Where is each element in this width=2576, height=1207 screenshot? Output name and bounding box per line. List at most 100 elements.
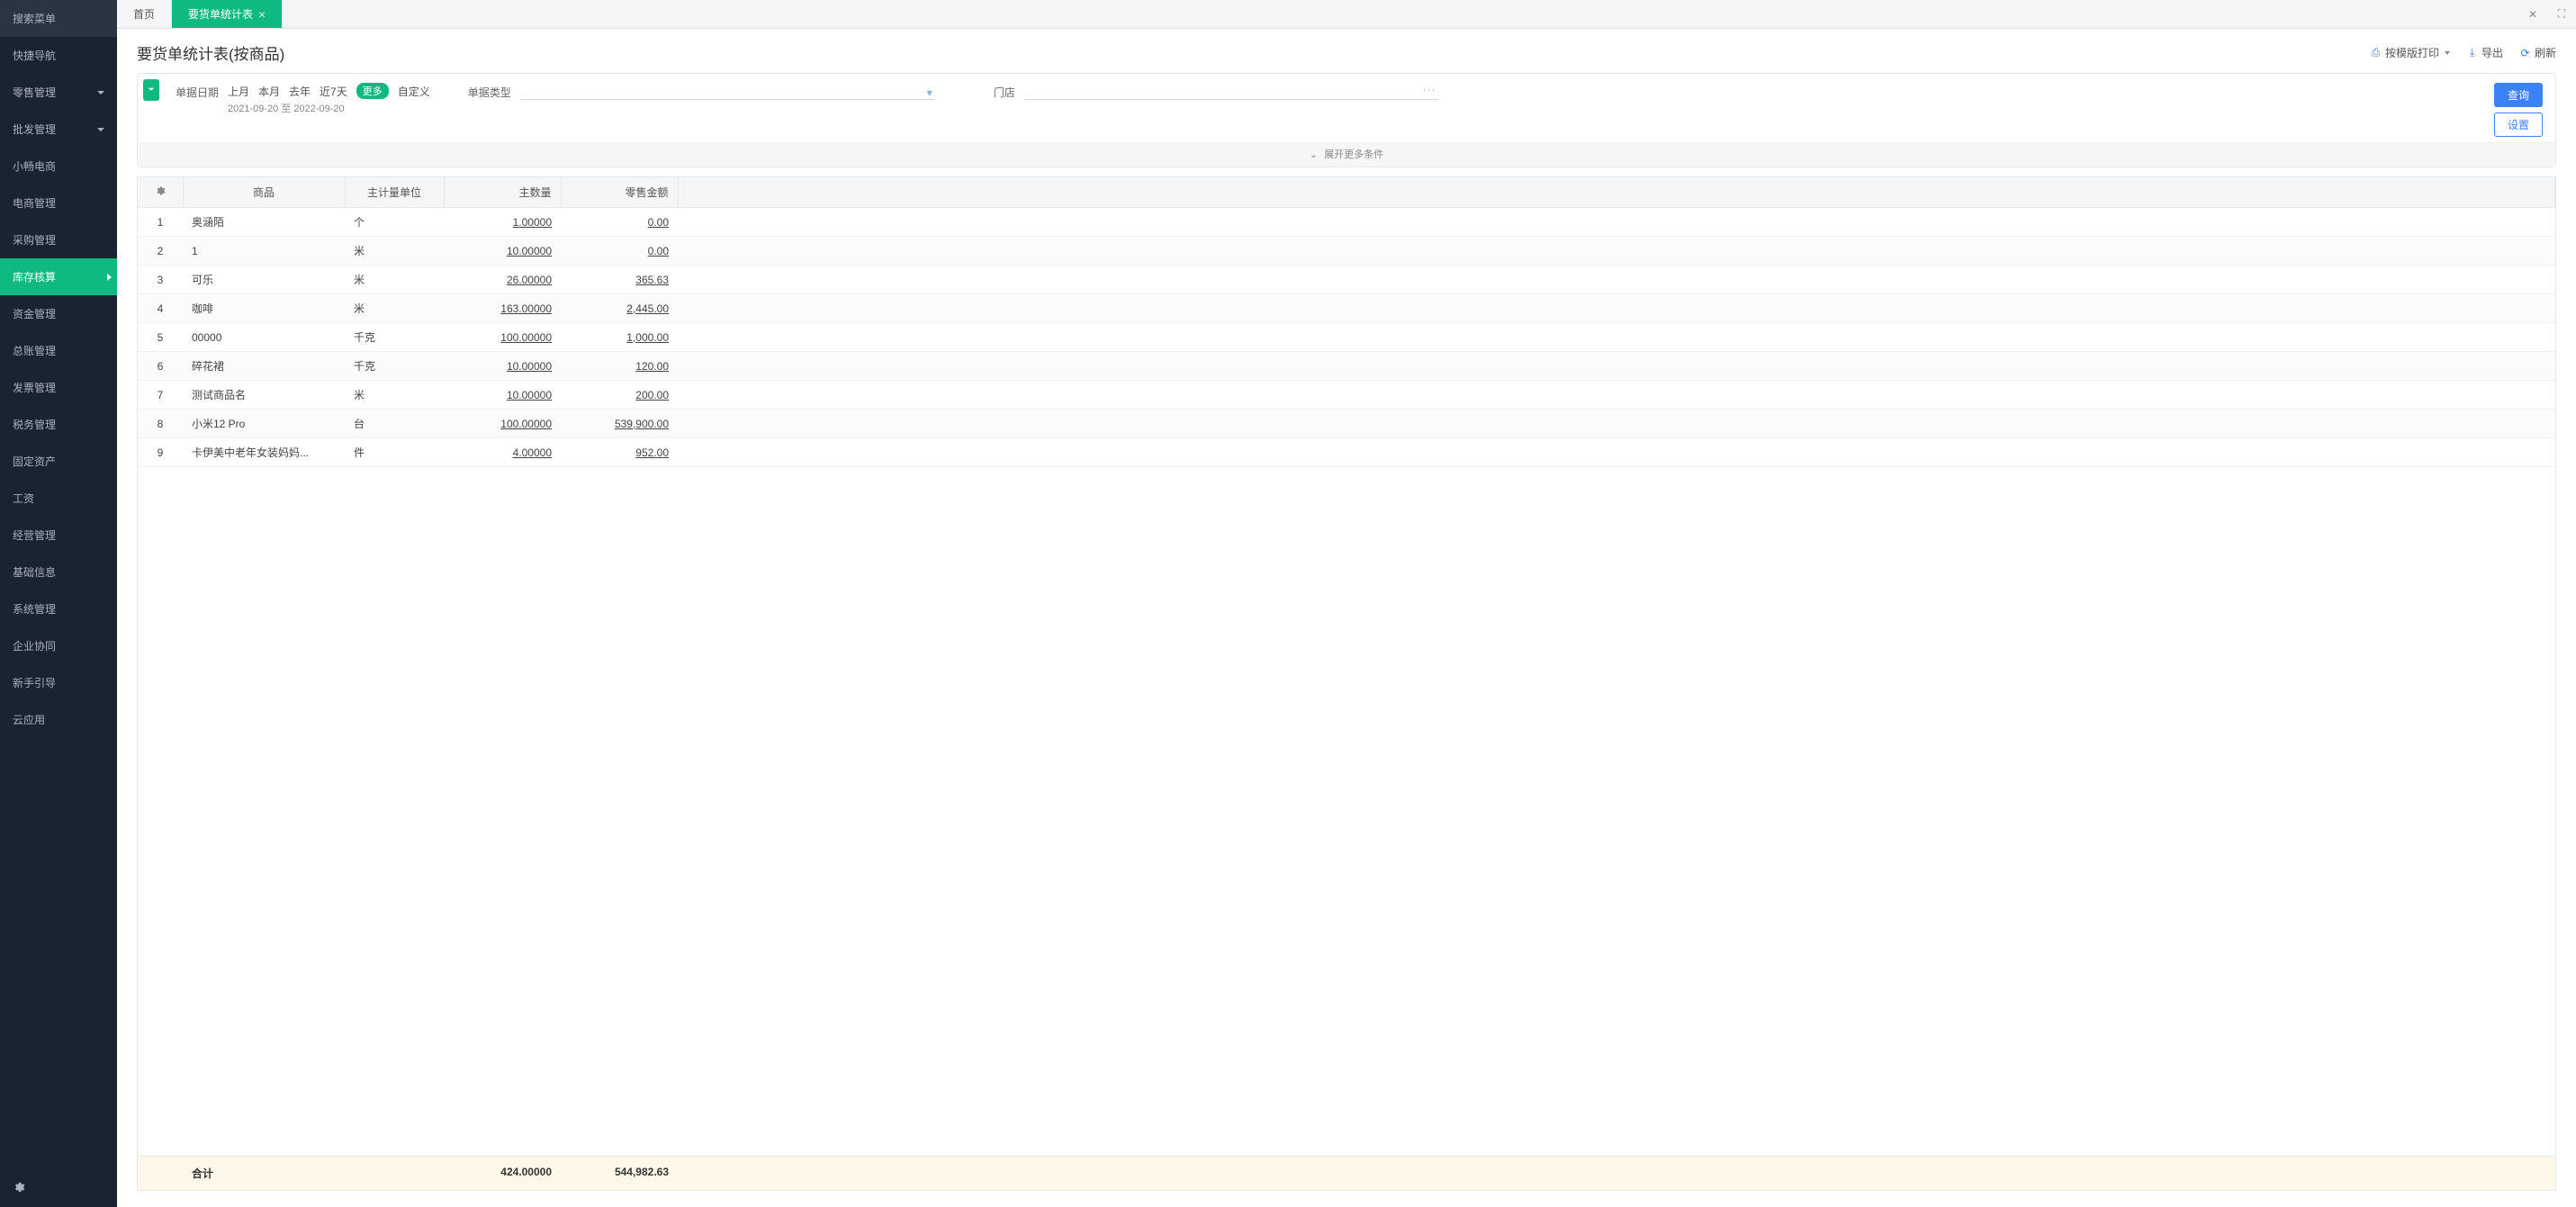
col-amount[interactable]: 零售金额 (561, 177, 678, 208)
cell-amount[interactable]: 0.00 (561, 208, 678, 237)
date-opt-last-month[interactable]: 上月 (228, 84, 249, 99)
col-unit[interactable]: 主计量单位 (345, 177, 444, 208)
print-button[interactable]: ⎙ 按模版打印 (2370, 45, 2450, 60)
page-title: 要货单统计表(按商品) (137, 41, 284, 64)
date-opt-7days[interactable]: 近7天 (320, 84, 347, 99)
date-opt-last-year[interactable]: 去年 (289, 84, 311, 99)
total-amount: 544,982.63 (561, 1157, 678, 1190)
ellipsis-icon: ··· (1423, 83, 1437, 95)
sidebar-item-2[interactable]: 零售管理 (0, 74, 117, 111)
cell-product: 1 (183, 237, 345, 266)
cell-qty[interactable]: 100.00000 (444, 323, 561, 352)
tab-0[interactable]: 首页 (117, 0, 172, 28)
sidebar-settings[interactable] (0, 1170, 117, 1207)
store-select[interactable] (1024, 83, 1438, 100)
cell-qty[interactable]: 1.00000 (444, 208, 561, 237)
settings-button[interactable]: 设置 (2494, 113, 2543, 137)
table-total-row: 合计 424.00000 544,982.63 (137, 1156, 2556, 1191)
sidebar-item-label: 系统管理 (13, 601, 56, 617)
cell-qty[interactable]: 4.00000 (444, 438, 561, 467)
table-row[interactable]: 7测试商品名米10.00000200.00 (138, 381, 2555, 410)
close-icon[interactable]: × (258, 8, 266, 21)
sidebar-item-9[interactable]: 总账管理 (0, 332, 117, 369)
cell-qty[interactable]: 163.00000 (444, 294, 561, 323)
cell-amount[interactable]: 120.00 (561, 352, 678, 381)
sidebar-item-11[interactable]: 税务管理 (0, 406, 117, 443)
table-row[interactable]: 8小米12 Pro台100.00000539,900.00 (138, 410, 2555, 438)
sidebar-item-16[interactable]: 系统管理 (0, 590, 117, 627)
filter-collapse-handle[interactable] (143, 79, 159, 101)
chevron-down-icon (97, 91, 104, 95)
cell-qty[interactable]: 10.00000 (444, 381, 561, 410)
sidebar: 搜索菜单快捷导航零售管理批发管理小畅电商电商管理采购管理库存核算资金管理总账管理… (0, 0, 117, 1207)
sidebar-item-10[interactable]: 发票管理 (0, 369, 117, 406)
refresh-button[interactable]: ⟳ 刷新 (2519, 45, 2556, 60)
chevron-down-icon: ⌄ (1310, 149, 1318, 160)
cell-spacer (678, 237, 2555, 266)
sidebar-item-0[interactable]: 搜索菜单 (0, 0, 117, 37)
table-row[interactable]: 500000千克100.000001,000.00 (138, 323, 2555, 352)
total-qty: 424.00000 (444, 1157, 561, 1190)
row-index: 9 (138, 438, 183, 467)
sidebar-item-19[interactable]: 云应用 (0, 701, 117, 738)
sidebar-item-label: 零售管理 (13, 85, 56, 100)
sidebar-item-label: 新手引导 (13, 675, 56, 690)
sidebar-item-14[interactable]: 经营管理 (0, 517, 117, 554)
doc-type-select[interactable] (520, 83, 934, 100)
cell-unit: 米 (345, 294, 444, 323)
table-row[interactable]: 6碎花裙千克10.00000120.00 (138, 352, 2555, 381)
sidebar-item-3[interactable]: 批发管理 (0, 111, 117, 148)
tab-1[interactable]: 要货单统计表× (172, 0, 283, 28)
data-table: 商品 主计量单位 主数量 零售金额 1奥涵陌个1.000000.0021米10.… (137, 176, 2556, 1156)
sidebar-item-6[interactable]: 采购管理 (0, 221, 117, 258)
date-custom[interactable]: 自定义 (398, 84, 430, 99)
sidebar-item-label: 基础信息 (13, 564, 56, 580)
sidebar-item-7[interactable]: 库存核算 (0, 258, 117, 295)
sidebar-item-12[interactable]: 固定资产 (0, 443, 117, 480)
table-row[interactable]: 1奥涵陌个1.000000.00 (138, 208, 2555, 237)
table-row[interactable]: 4咖啡米163.000002,445.00 (138, 294, 2555, 323)
col-product[interactable]: 商品 (183, 177, 345, 208)
date-opt-this-month[interactable]: 本月 (258, 84, 280, 99)
cell-amount[interactable]: 0.00 (561, 237, 678, 266)
table-settings-header[interactable] (138, 177, 183, 208)
cell-qty[interactable]: 100.00000 (444, 410, 561, 438)
tabs-expand-icon[interactable]: ⛶ (2551, 4, 2572, 25)
date-more-pill[interactable]: 更多 (356, 83, 389, 99)
sidebar-item-label: 库存核算 (13, 269, 56, 284)
cell-spacer (678, 438, 2555, 467)
table-row[interactable]: 9卡伊美中老年女装妈妈...件4.00000952.00 (138, 438, 2555, 467)
query-button[interactable]: 查询 (2494, 83, 2543, 107)
cell-qty[interactable]: 10.00000 (444, 352, 561, 381)
sidebar-item-5[interactable]: 电商管理 (0, 185, 117, 221)
table-row[interactable]: 21米10.000000.00 (138, 237, 2555, 266)
chevron-down-icon (97, 128, 104, 131)
cell-amount[interactable]: 952.00 (561, 438, 678, 467)
cell-spacer (678, 208, 2555, 237)
cell-amount[interactable]: 539,900.00 (561, 410, 678, 438)
cell-amount[interactable]: 2,445.00 (561, 294, 678, 323)
cell-qty[interactable]: 10.00000 (444, 237, 561, 266)
cell-qty[interactable]: 26.00000 (444, 266, 561, 294)
sidebar-item-17[interactable]: 企业协同 (0, 627, 117, 664)
table-row[interactable]: 3可乐米26.00000365.63 (138, 266, 2555, 294)
sidebar-item-15[interactable]: 基础信息 (0, 554, 117, 590)
sidebar-item-13[interactable]: 工资 (0, 480, 117, 517)
col-qty[interactable]: 主数量 (444, 177, 561, 208)
export-button[interactable]: ⤓ 导出 (2466, 45, 2503, 60)
cell-product: 咖啡 (183, 294, 345, 323)
expand-more-filters[interactable]: ⌄ 展开更多条件 (138, 142, 2555, 167)
sidebar-item-8[interactable]: 资金管理 (0, 295, 117, 332)
tabs-close-icon[interactable]: ✕ (2522, 4, 2544, 25)
cell-amount[interactable]: 1,000.00 (561, 323, 678, 352)
sidebar-item-1[interactable]: 快捷导航 (0, 37, 117, 74)
cell-amount[interactable]: 200.00 (561, 381, 678, 410)
sidebar-item-4[interactable]: 小畅电商 (0, 148, 117, 185)
row-index: 2 (138, 237, 183, 266)
cell-amount[interactable]: 365.63 (561, 266, 678, 294)
refresh-icon: ⟳ (2519, 47, 2531, 59)
row-index: 3 (138, 266, 183, 294)
cell-product: 00000 (183, 323, 345, 352)
row-index: 5 (138, 323, 183, 352)
sidebar-item-18[interactable]: 新手引导 (0, 664, 117, 701)
